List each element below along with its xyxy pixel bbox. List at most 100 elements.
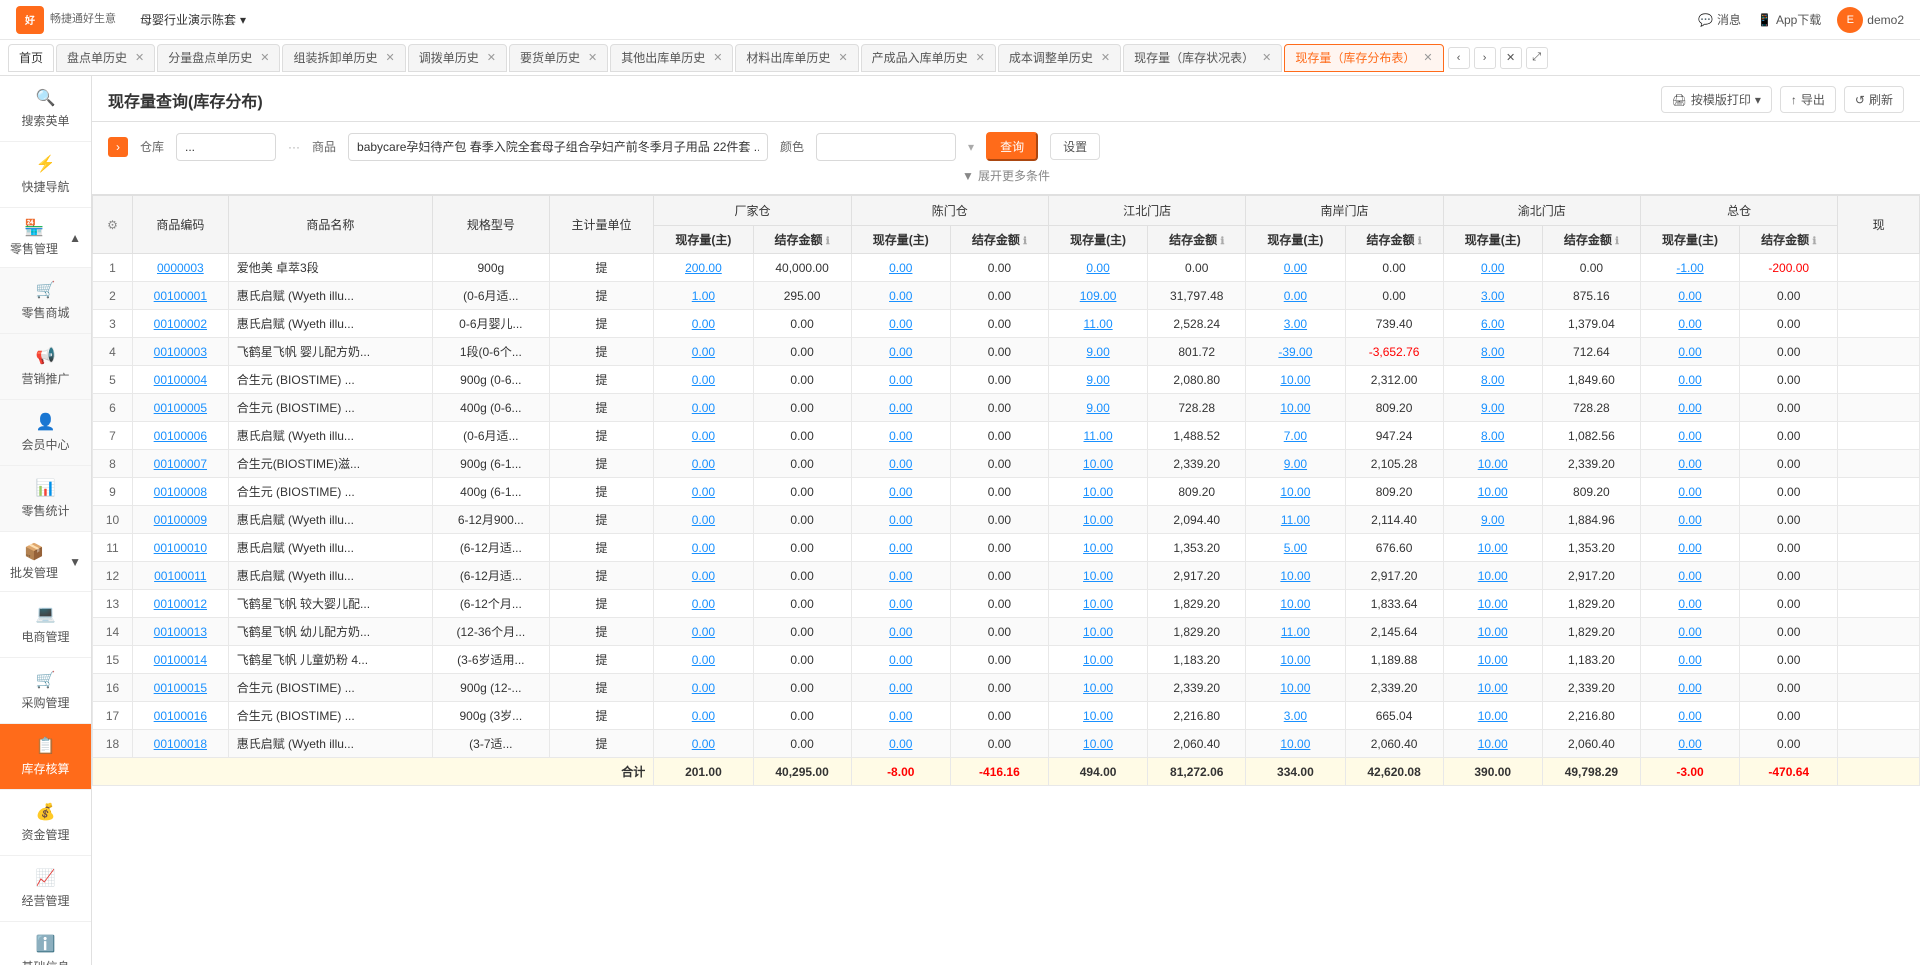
cell-total-stock[interactable]: 0.00 [1640, 394, 1739, 422]
cell-na-stock[interactable]: 0.00 [1246, 254, 1345, 282]
cell-na-stock[interactable]: 10.00 [1246, 478, 1345, 506]
sidebar-item-search[interactable]: 🔍 搜索英单 [0, 76, 91, 142]
close-cailiao[interactable]: ✕ [838, 51, 847, 64]
export-btn[interactable]: ↑ 导出 [1780, 86, 1836, 113]
filter-toggle[interactable]: › [108, 137, 128, 157]
cell-factory-stock[interactable]: 200.00 [654, 254, 753, 282]
cell-code[interactable]: 00100007 [133, 450, 229, 478]
cell-factory-stock[interactable]: 0.00 [654, 450, 753, 478]
cell-na-stock[interactable]: 3.00 [1246, 310, 1345, 338]
cell-factory-stock[interactable]: 1.00 [654, 282, 753, 310]
cell-factory-stock[interactable]: 0.00 [654, 618, 753, 646]
cell-code[interactable]: 00100014 [133, 646, 229, 674]
cell-code[interactable]: 00100005 [133, 394, 229, 422]
cell-na-stock[interactable]: 10.00 [1246, 394, 1345, 422]
cell-yb-stock[interactable]: 10.00 [1443, 450, 1542, 478]
sidebar-item-business[interactable]: 📈 经营管理 [0, 856, 91, 922]
cell-jb-stock[interactable]: 10.00 [1048, 506, 1147, 534]
cell-chen-stock[interactable]: 0.00 [851, 646, 950, 674]
settings-btn[interactable]: 设置 [1050, 133, 1100, 160]
cell-factory-stock[interactable]: 0.00 [654, 674, 753, 702]
sidebar-item-retail[interactable]: 🏪 零售管理 ▲ [0, 208, 91, 268]
cell-code[interactable]: 00100012 [133, 590, 229, 618]
cell-yb-stock[interactable]: 9.00 [1443, 394, 1542, 422]
cell-total-stock[interactable]: 0.00 [1640, 310, 1739, 338]
close-chengpin[interactable]: ✕ [976, 51, 985, 64]
cell-jb-stock[interactable]: 109.00 [1048, 282, 1147, 310]
cell-chen-stock[interactable]: 0.00 [851, 618, 950, 646]
cell-code[interactable]: 00100002 [133, 310, 229, 338]
cell-jb-stock[interactable]: 10.00 [1048, 590, 1147, 618]
color-dropdown[interactable]: ▾ [968, 140, 974, 154]
message-btn[interactable]: 💬 消息 [1698, 11, 1741, 28]
close-diaob[interactable]: ✕ [487, 51, 496, 64]
cell-na-stock[interactable]: 3.00 [1246, 702, 1345, 730]
cell-yb-stock[interactable]: 10.00 [1443, 618, 1542, 646]
tab-home[interactable]: 首页 [8, 44, 54, 72]
cell-total-stock[interactable]: 0.00 [1640, 478, 1739, 506]
print-btn[interactable]: 🖨 按模版打印 ▾ [1661, 86, 1772, 113]
app-download-btn[interactable]: 📱 App下载 [1757, 11, 1821, 28]
cell-total-stock[interactable]: 0.00 [1640, 450, 1739, 478]
user-area[interactable]: E demo2 [1837, 7, 1904, 33]
filter-expand[interactable]: ▼ 展开更多条件 [108, 167, 1904, 184]
cell-total-stock[interactable]: 0.00 [1640, 674, 1739, 702]
tab-zuche[interactable]: 组装拆卸单历史 ✕ [282, 44, 405, 72]
cell-na-stock[interactable]: 10.00 [1246, 730, 1345, 758]
cell-yb-stock[interactable]: 3.00 [1443, 282, 1542, 310]
cell-chen-stock[interactable]: 0.00 [851, 366, 950, 394]
close-fenpandian[interactable]: ✕ [260, 51, 269, 64]
cell-code[interactable]: 00100009 [133, 506, 229, 534]
cell-yb-stock[interactable]: 10.00 [1443, 674, 1542, 702]
cell-factory-stock[interactable]: 0.00 [654, 366, 753, 394]
close-pandian[interactable]: ✕ [135, 51, 144, 64]
tab-xianzun2[interactable]: 现存量（库存分布表） ✕ [1284, 44, 1443, 72]
sidebar-item-basic[interactable]: ℹ️ 基础信息 [0, 922, 91, 965]
sidebar-item-mall[interactable]: 🛒 零售商城 [0, 268, 91, 334]
cell-jb-stock[interactable]: 10.00 [1048, 730, 1147, 758]
sidebar-item-purchase[interactable]: 🛒 采购管理 [0, 658, 91, 724]
cell-total-stock[interactable]: 0.00 [1640, 618, 1739, 646]
warehouse-input[interactable] [176, 133, 276, 161]
cell-chen-stock[interactable]: 0.00 [851, 450, 950, 478]
cell-total-stock[interactable]: 0.00 [1640, 338, 1739, 366]
cell-yb-stock[interactable]: 8.00 [1443, 422, 1542, 450]
th-settings[interactable]: ⚙ [93, 196, 133, 254]
tab-chengben[interactable]: 成本调整单历史 ✕ [998, 44, 1121, 72]
close-xianzun2[interactable]: ✕ [1423, 51, 1432, 64]
query-btn[interactable]: 查询 [986, 132, 1038, 161]
cell-factory-stock[interactable]: 0.00 [654, 562, 753, 590]
sidebar-item-member[interactable]: 👤 会员中心 [0, 400, 91, 466]
cell-jb-stock[interactable]: 9.00 [1048, 338, 1147, 366]
cell-code[interactable]: 00100015 [133, 674, 229, 702]
sidebar-item-wholesale[interactable]: 📦 批发管理 ▼ [0, 532, 91, 592]
cell-yb-stock[interactable]: 6.00 [1443, 310, 1542, 338]
sidebar-item-ecom[interactable]: 💻 电商管理 [0, 592, 91, 658]
cell-chen-stock[interactable]: 0.00 [851, 702, 950, 730]
cell-total-stock[interactable]: 0.00 [1640, 562, 1739, 590]
cell-factory-stock[interactable]: 0.00 [654, 478, 753, 506]
tab-next[interactable]: › [1474, 47, 1496, 69]
close-xianzun1[interactable]: ✕ [1262, 51, 1271, 64]
tab-fullscreen[interactable]: ⤢ [1526, 47, 1548, 69]
cell-na-stock[interactable]: 10.00 [1246, 366, 1345, 394]
cell-code[interactable]: 00100003 [133, 338, 229, 366]
cell-chen-stock[interactable]: 0.00 [851, 590, 950, 618]
cell-jb-stock[interactable]: 9.00 [1048, 366, 1147, 394]
refresh-btn[interactable]: ↺ 刷新 [1844, 86, 1904, 113]
cell-code[interactable]: 00100013 [133, 618, 229, 646]
cell-chen-stock[interactable]: 0.00 [851, 562, 950, 590]
cell-chen-stock[interactable]: 0.00 [851, 422, 950, 450]
cell-chen-stock[interactable]: 0.00 [851, 478, 950, 506]
cell-factory-stock[interactable]: 0.00 [654, 590, 753, 618]
cell-factory-stock[interactable]: 0.00 [654, 422, 753, 450]
cell-yb-stock[interactable]: 8.00 [1443, 366, 1542, 394]
cell-jb-stock[interactable]: 10.00 [1048, 562, 1147, 590]
cell-code[interactable]: 00100018 [133, 730, 229, 758]
cell-yb-stock[interactable]: 10.00 [1443, 562, 1542, 590]
cell-yb-stock[interactable]: 0.00 [1443, 254, 1542, 282]
cell-na-stock[interactable]: 10.00 [1246, 562, 1345, 590]
cell-factory-stock[interactable]: 0.00 [654, 394, 753, 422]
cell-yb-stock[interactable]: 10.00 [1443, 534, 1542, 562]
cell-code[interactable]: 00100016 [133, 702, 229, 730]
